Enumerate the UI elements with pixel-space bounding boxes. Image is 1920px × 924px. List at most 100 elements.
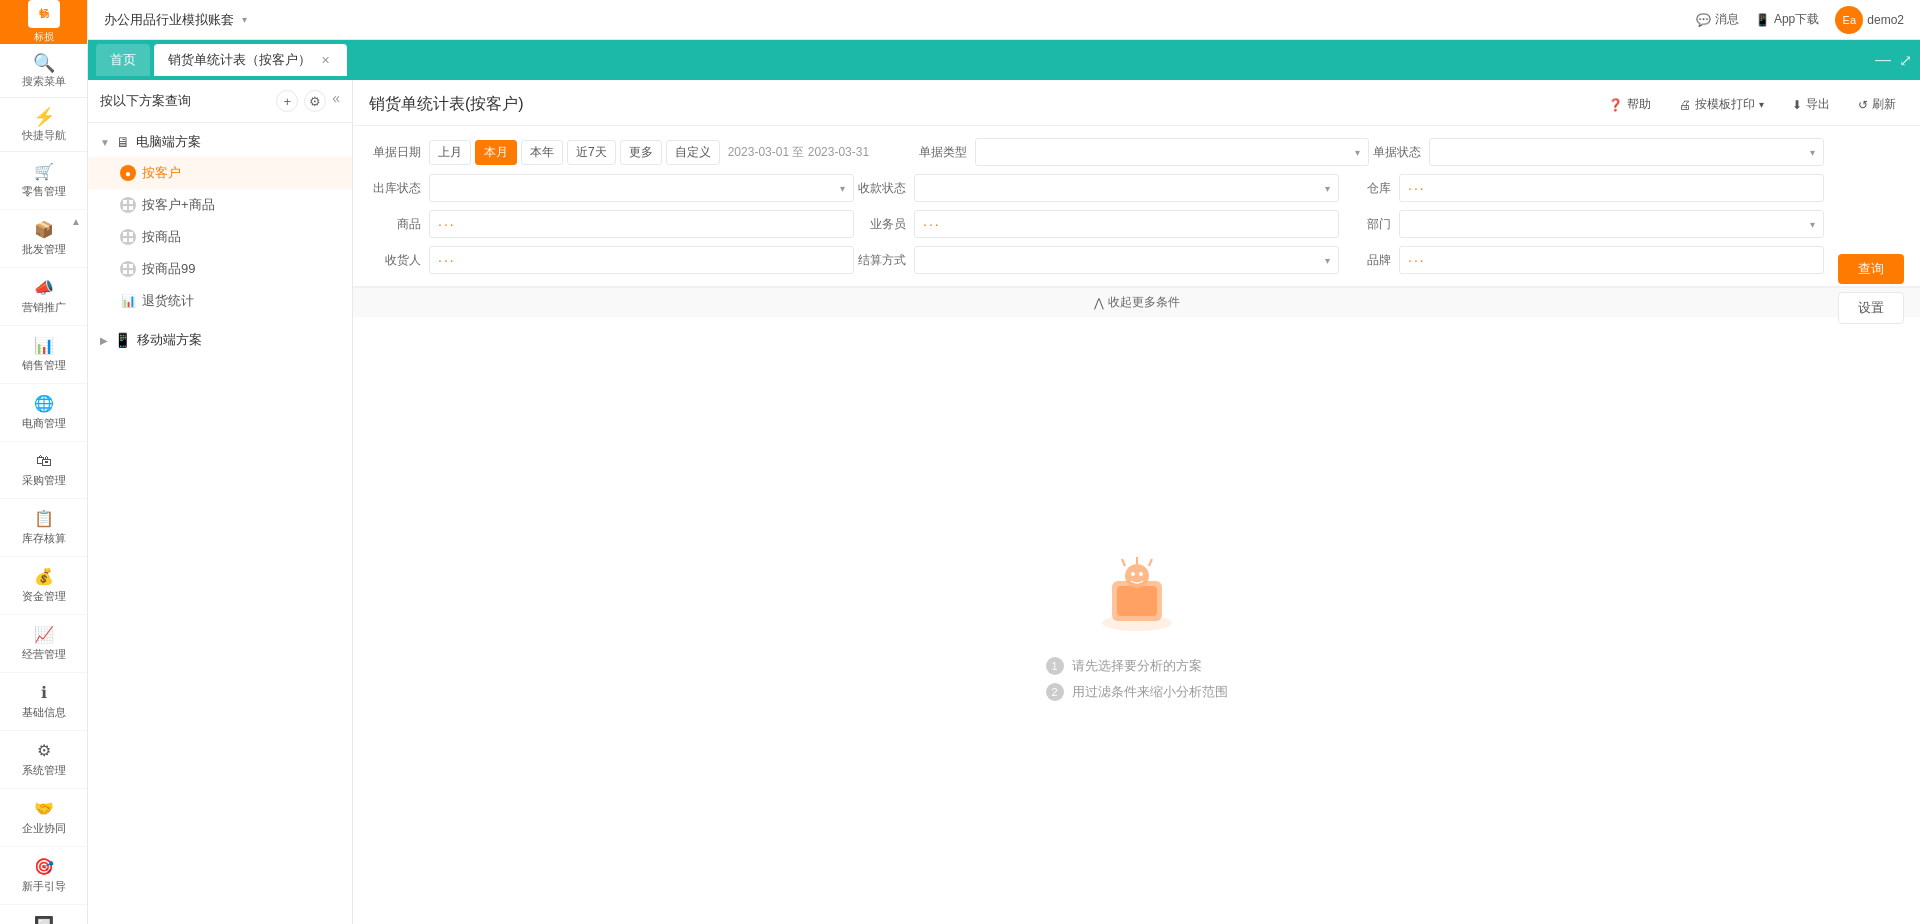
settings-button[interactable]: 设置 [1838, 292, 1904, 324]
sidebar-item-retail[interactable]: 🛒 零售管理 [0, 152, 87, 210]
sidebar-item-enterprise[interactable]: 🤝 企业协同 [0, 789, 87, 847]
query-button[interactable]: 查询 [1838, 254, 1904, 284]
warehouse-select[interactable]: ··· [1399, 174, 1824, 202]
goods-section: 商品 ··· [369, 210, 854, 238]
date-btn-current-year[interactable]: 本年 [521, 140, 563, 165]
sidebar-item-wholesale[interactable]: 📦 批发管理 ▲ [0, 210, 87, 268]
export-button[interactable]: ⬇ 导出 [1784, 92, 1838, 117]
sidebar-item-finance[interactable]: 💰 资金管理 [0, 557, 87, 615]
scheme-group-mobile-title[interactable]: ▶ 📱 移动端方案 [88, 325, 352, 355]
scheme-edit-button[interactable]: ⚙ [304, 90, 326, 112]
sidebar-item-newbie[interactable]: 🎯 新手引导 [0, 847, 87, 905]
tab-home[interactable]: 首页 [96, 44, 150, 76]
bill-status-select[interactable]: ▾ [1429, 138, 1824, 166]
settlement-select[interactable]: ▾ [914, 246, 1339, 274]
app-title-dropdown-icon[interactable]: ▾ [242, 14, 247, 25]
collapse-more-bar[interactable]: ⋀ 收起更多条件 [353, 287, 1920, 317]
sidebar-item-ecommerce[interactable]: 🌐 电商管理 [0, 384, 87, 442]
goods-select[interactable]: ··· [429, 210, 854, 238]
svg-rect-9 [129, 264, 133, 268]
filter-row-4: 收货人 ··· 结算方式 ▾ [369, 246, 1904, 274]
date-btn-custom[interactable]: 自定义 [666, 140, 720, 165]
svg-point-17 [1139, 572, 1143, 576]
sidebar-item-app-center[interactable]: 🔲 应用中心 [0, 905, 87, 924]
empty-illustration [1087, 541, 1187, 641]
app-download-action[interactable]: 📱 App下载 [1755, 11, 1819, 28]
sidebar-search-menu[interactable]: 🔍 搜索菜单 [0, 44, 87, 98]
svg-rect-1 [129, 200, 133, 204]
sidebar-item-basic[interactable]: ℹ 基础信息 [0, 673, 87, 731]
query-buttons: 查询 设置 [1838, 254, 1904, 324]
sidebar-nav: 🛒 零售管理 📦 批发管理 ▲ 📣 营销推广 📊 销售管理 🌐 电商管理 🛍 采… [0, 152, 87, 924]
print-button[interactable]: 🖨 按模板打印 ▾ [1671, 92, 1772, 117]
out-status-arrow-icon: ▾ [840, 183, 845, 194]
sidebar-item-sales[interactable]: 📊 销售管理 [0, 326, 87, 384]
scheme-group-desktop-title[interactable]: ▼ 🖥 电脑端方案 [88, 127, 352, 157]
scheme-collapse-button[interactable]: « [332, 90, 340, 112]
top-header: 办公用品行业模拟账套 ▾ 💬 消息 📱 App下载 Ea demo2 [88, 0, 1920, 40]
date-btn-current-month[interactable]: 本月 [475, 140, 517, 165]
date-btn-last-month[interactable]: 上月 [429, 140, 471, 165]
goods-icon [120, 229, 136, 245]
department-select[interactable]: ▾ [1399, 210, 1824, 238]
salesperson-select[interactable]: ··· [914, 210, 1339, 238]
date-btn-last-7days[interactable]: 近7天 [567, 140, 616, 165]
group-mobile-arrow-icon: ▶ [100, 335, 108, 346]
sidebar-item-system[interactable]: ⚙ 系统管理 [0, 731, 87, 789]
scheme-panel: 按以下方案查询 + ⚙ « ▼ 🖥 电脑端方案 ● 按客户 [88, 80, 353, 924]
print-dropdown-icon[interactable]: ▾ [1759, 99, 1764, 110]
scheme-item-return-stat[interactable]: 📊 退货统计 [88, 285, 352, 317]
tab-home-label: 首页 [110, 51, 136, 69]
sidebar-item-operation[interactable]: 📈 经营管理 [0, 615, 87, 673]
payment-status-select[interactable]: ▾ [914, 174, 1339, 202]
scheme-add-button[interactable]: + [276, 90, 298, 112]
tab-minimize-icon[interactable]: — [1875, 51, 1891, 69]
retail-icon: 🛒 [34, 162, 54, 181]
refresh-button[interactable]: ↺ 刷新 [1850, 92, 1904, 117]
sidebar-item-inventory[interactable]: 📋 库存核算 [0, 499, 87, 557]
export-label: 导出 [1806, 96, 1830, 113]
scheme-item-customer-goods[interactable]: 按客户+商品 [88, 189, 352, 221]
settlement-arrow-icon: ▾ [1325, 255, 1330, 266]
avatar: Ea [1835, 6, 1863, 34]
sidebar-quick-nav[interactable]: ⚡ 快捷导航 [0, 98, 87, 152]
scheme-item-goods99[interactable]: 按商品99 [88, 253, 352, 285]
scheme-group-desktop: ▼ 🖥 电脑端方案 ● 按客户 按客户+商品 [88, 123, 352, 321]
svg-rect-8 [123, 264, 127, 268]
goods99-label: 按商品99 [142, 260, 195, 278]
out-status-select[interactable]: ▾ [429, 174, 854, 202]
payment-status-section: 收款状态 ▾ [854, 174, 1339, 202]
page-actions: ❓ 帮助 🖨 按模板打印 ▾ ⬇ 导出 ↺ 刷新 [1600, 92, 1904, 117]
message-icon: 💬 [1696, 13, 1711, 27]
receiver-select[interactable]: ··· [429, 246, 854, 274]
logo-abbr: 畅 [39, 7, 49, 21]
brand-select[interactable]: ··· [1399, 246, 1824, 274]
collapse-up-icon: ⋀ [1094, 296, 1104, 310]
svg-point-16 [1131, 572, 1135, 576]
help-button[interactable]: ❓ 帮助 [1600, 92, 1659, 117]
right-panel: 销货单统计表(按客户) ❓ 帮助 🖨 按模板打印 ▾ ⬇ 导出 [353, 80, 1920, 924]
tab-close-icon[interactable]: ✕ [317, 52, 333, 68]
sidebar-item-purchase[interactable]: 🛍 采购管理 [0, 442, 87, 499]
out-status-label: 出库状态 [369, 180, 429, 197]
scheme-panel-header: 按以下方案查询 + ⚙ « [88, 80, 352, 123]
sidebar-item-marketing[interactable]: 📣 营销推广 [0, 268, 87, 326]
salesperson-section: 业务员 ··· [854, 210, 1339, 238]
bill-type-select[interactable]: ▾ [975, 138, 1370, 166]
tab-maximize-icon[interactable]: ⤢ [1899, 51, 1912, 70]
app-download-icon: 📱 [1755, 13, 1770, 27]
scheme-item-goods[interactable]: 按商品 [88, 221, 352, 253]
user-profile[interactable]: Ea demo2 [1835, 6, 1904, 34]
brand-dots: ··· [1408, 252, 1426, 268]
bill-status-section: 单据状态 ▾ [1369, 138, 1824, 166]
message-action[interactable]: 💬 消息 [1696, 11, 1739, 28]
salesperson-dots: ··· [923, 216, 941, 232]
scheme-item-customer[interactable]: ● 按客户 [88, 157, 352, 189]
refresh-icon: ↺ [1858, 98, 1868, 112]
tip-1-num: 1 [1046, 657, 1064, 675]
goods-label: 按商品 [142, 228, 181, 246]
out-status-section: 出库状态 ▾ [369, 174, 854, 202]
date-btn-more[interactable]: 更多 [620, 140, 662, 165]
logo-text: 标损 [34, 30, 54, 44]
tab-report[interactable]: 销货单统计表（按客户） ✕ [154, 44, 347, 76]
